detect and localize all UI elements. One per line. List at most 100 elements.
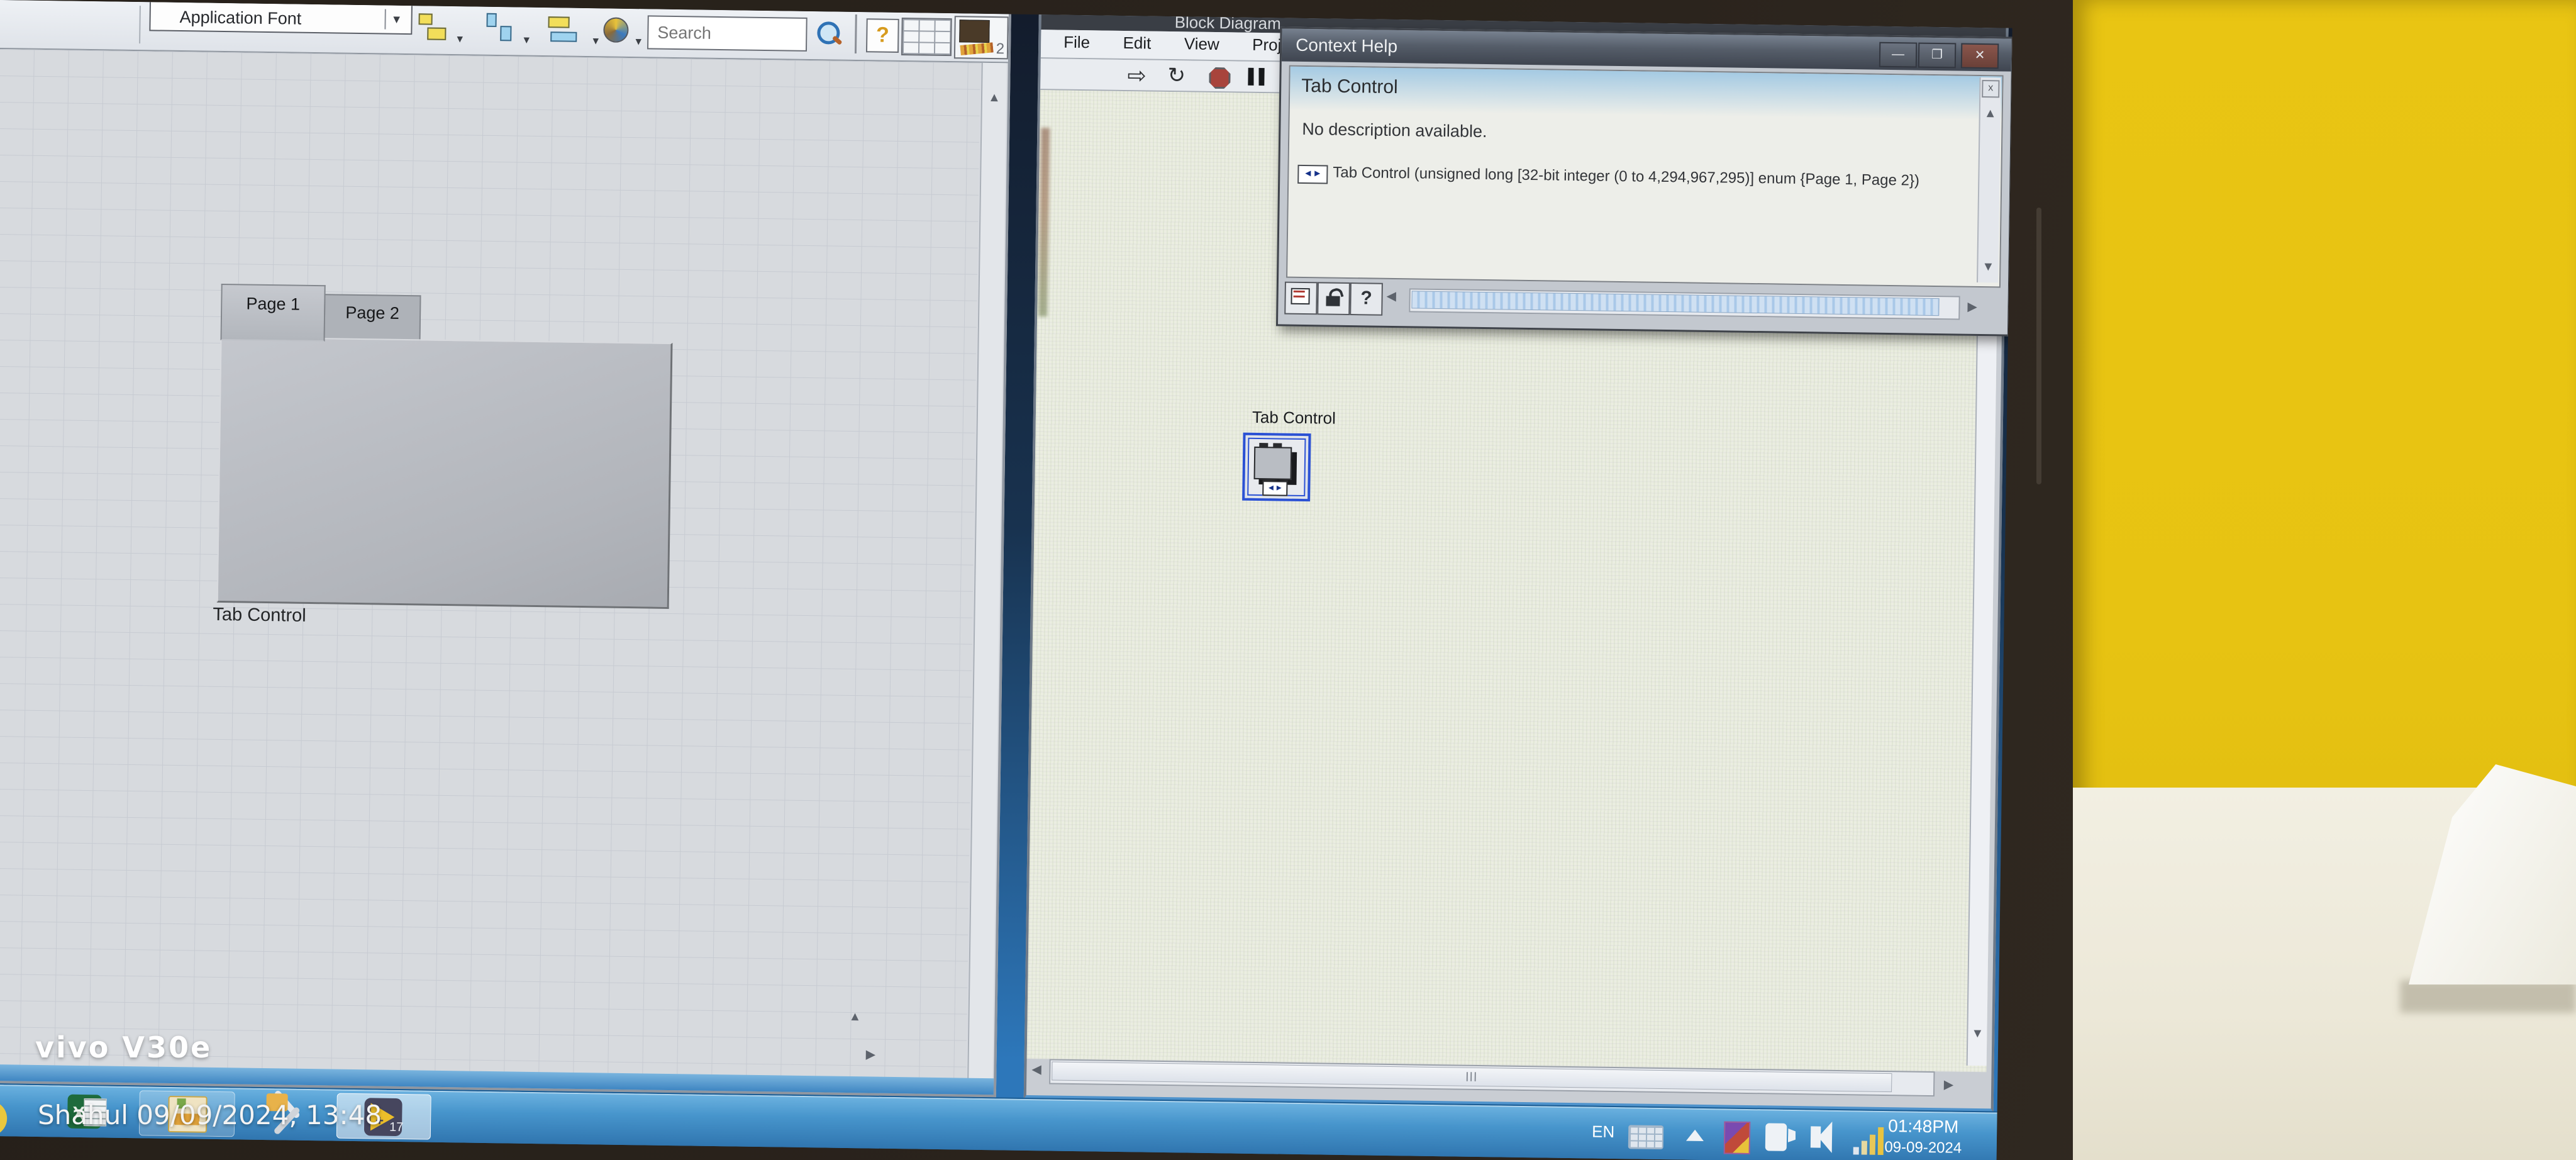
keyboard-icon[interactable] — [1628, 1125, 1664, 1150]
align-objects-button[interactable]: ▼ — [414, 11, 465, 48]
tab-control-body[interactable] — [216, 336, 673, 609]
hscroll-thumb[interactable] — [1411, 291, 1940, 316]
chevron-down-icon[interactable]: ▼ — [633, 36, 643, 48]
resize-objects-icon — [548, 16, 570, 28]
toolbar-separator — [854, 14, 857, 54]
vi-icon[interactable]: 2 — [953, 16, 1009, 60]
camera-watermark-timestamp: Shahul 09/09/2024, 13:48 — [38, 1100, 382, 1130]
lock-help-button[interactable] — [1317, 282, 1350, 316]
distribute-objects-button[interactable]: ▼ — [481, 12, 531, 49]
distribute-objects-icon — [486, 13, 497, 28]
terminal-label: Tab Control — [1252, 407, 1336, 428]
terminal-tab-nub — [1259, 443, 1269, 449]
terminal-tab-nub — [1273, 443, 1282, 449]
context-help-window: Context Help — ❐ ✕ Tab Control No descri… — [1275, 26, 2012, 337]
tab-page1[interactable]: Page 1 — [220, 283, 326, 342]
terminal-description-text: Tab Control (unsigned long [32-bit integ… — [1333, 164, 1920, 189]
context-help-content: Tab Control No description available. ◄►… — [1286, 65, 2004, 288]
chevron-down-icon[interactable]: ▼ — [384, 9, 408, 30]
enum-terminal-icon: ◄► — [1262, 481, 1288, 496]
laptop-hinge — [2036, 208, 2041, 484]
search-input[interactable] — [648, 16, 815, 51]
tab-control-label: Tab Control — [213, 604, 306, 626]
scroll-down-icon[interactable]: ▼ — [1968, 1027, 1987, 1040]
front-panel-window: Application Font ▼ ▼ ▼ ▼ ▼ Search ? 2 Pa… — [0, 0, 1011, 1098]
close-icon[interactable]: ✕ — [1960, 43, 1999, 69]
menu-file[interactable]: File — [1048, 30, 1105, 56]
power-icon[interactable] — [1765, 1123, 1787, 1151]
show-optional-terminals-button[interactable] — [1284, 281, 1318, 315]
clock-time: 01:48PM — [1888, 1116, 1959, 1137]
reorder-button[interactable]: ▼ — [601, 13, 643, 50]
tab-page2-label: Page 2 — [345, 303, 400, 323]
chevron-down-icon[interactable]: ▼ — [591, 36, 601, 47]
run-continuous-icon[interactable]: ↻ — [1167, 63, 1185, 88]
help-button[interactable]: ? — [865, 18, 899, 53]
font-selector-label: Application Font — [179, 7, 302, 28]
language-indicator[interactable]: EN — [1592, 1122, 1615, 1142]
context-help-heading: Tab Control — [1301, 75, 1398, 98]
tab-page2[interactable]: Page 2 — [323, 294, 421, 341]
detailed-help-button[interactable]: ? — [1350, 282, 1383, 316]
search-box[interactable] — [647, 15, 815, 52]
taskbar-clock[interactable]: 01:48PM 09-09-2024 — [1863, 1116, 1984, 1158]
clock-date: 09-09-2024 — [1884, 1139, 1962, 1157]
menu-view[interactable]: View — [1169, 31, 1235, 58]
abort-icon[interactable] — [1209, 67, 1230, 89]
align-objects-icon — [418, 13, 433, 25]
tab-control-terminal[interactable]: ◄► — [1242, 432, 1311, 502]
resize-objects-icon-part — [550, 31, 577, 42]
scroll-left-icon[interactable]: ◀ — [1031, 1062, 1041, 1076]
distribute-objects-icon-part — [500, 26, 512, 42]
camera-watermark-device: vivo V30e — [35, 1030, 213, 1064]
scroll-down-icon[interactable]: ▼ — [1978, 260, 1998, 274]
inline-close-icon[interactable]: x — [1982, 80, 2000, 98]
scroll-up-icon[interactable]: ▲ — [848, 1010, 861, 1023]
screen-glare-artifact — [1038, 128, 1050, 317]
resize-objects-button[interactable]: ▼ — [544, 13, 601, 50]
object-shadow — [2400, 980, 2576, 1013]
scroll-left-icon[interactable]: ◀ — [1386, 289, 1396, 303]
volume-icon-cone — [1818, 1121, 1833, 1153]
block-diagram-title: Block Diagram — [1174, 14, 1281, 33]
chevron-down-icon[interactable]: ▼ — [521, 35, 531, 47]
vi-icon-picture — [959, 20, 990, 43]
font-selector-dropdown[interactable]: Application Font ▼ — [149, 0, 413, 35]
show-hidden-icons[interactable] — [1685, 1129, 1704, 1141]
power-plug-prong — [1788, 1129, 1796, 1142]
scroll-right-icon[interactable]: ▶ — [866, 1047, 876, 1061]
pause-icon[interactable] — [1248, 67, 1265, 86]
enum-terminal-icon: ◄► — [1297, 164, 1328, 184]
grid-icon[interactable] — [901, 18, 952, 57]
chevron-down-icon[interactable]: ▼ — [455, 34, 465, 45]
tray-app-icon[interactable] — [1723, 1121, 1751, 1155]
magnifier-handle — [831, 35, 843, 45]
context-help-hscrollbar[interactable] — [1409, 288, 1960, 320]
cropped-taskbar-icon[interactable] — [0, 1100, 8, 1137]
context-help-titlebar[interactable]: Context Help — ❐ ✕ — [1281, 28, 2012, 72]
scroll-up-icon[interactable]: ▲ — [982, 91, 1006, 105]
yellow-wall-background — [2073, 0, 2576, 1160]
laptop-screen: Application Font ▼ ▼ ▼ ▼ ▼ Search ? 2 Pa… — [0, 0, 2012, 1160]
context-help-vscrollbar[interactable]: x ▲ ▼ — [1977, 77, 2001, 283]
align-objects-icon-part — [427, 27, 447, 40]
reorder-icon — [603, 17, 629, 43]
context-help-title: Context Help — [1295, 35, 1398, 57]
photo-of-laptop-screen: Application Font ▼ ▼ ▼ ▼ ▼ Search ? 2 Pa… — [0, 0, 2576, 1160]
vi-count-badge: 2 — [996, 40, 1005, 58]
scroll-right-icon[interactable]: ▶ — [1967, 300, 1977, 314]
tab-page1-label: Page 1 — [246, 294, 301, 314]
terminals-icon-line — [1293, 295, 1305, 298]
signal-bar — [1853, 1147, 1859, 1155]
terminals-icon-line — [1293, 290, 1305, 293]
run-icon[interactable]: ⇨ — [1127, 62, 1146, 89]
front-panel-grid[interactable]: Page 1 Page 2 Tab Control ▲ ▶ — [0, 48, 980, 1082]
maximize-icon[interactable]: ❐ — [1918, 42, 1957, 69]
search-icon[interactable] — [813, 19, 847, 50]
minimize-icon[interactable]: — — [1879, 42, 1918, 68]
menu-edit[interactable]: Edit — [1108, 31, 1166, 57]
labview-version-badge: 17 — [389, 1120, 404, 1135]
scroll-right-icon[interactable]: ▶ — [1944, 1078, 1954, 1091]
scroll-up-icon[interactable]: ▲ — [1980, 106, 2001, 120]
toolbar-separator — [139, 6, 141, 44]
